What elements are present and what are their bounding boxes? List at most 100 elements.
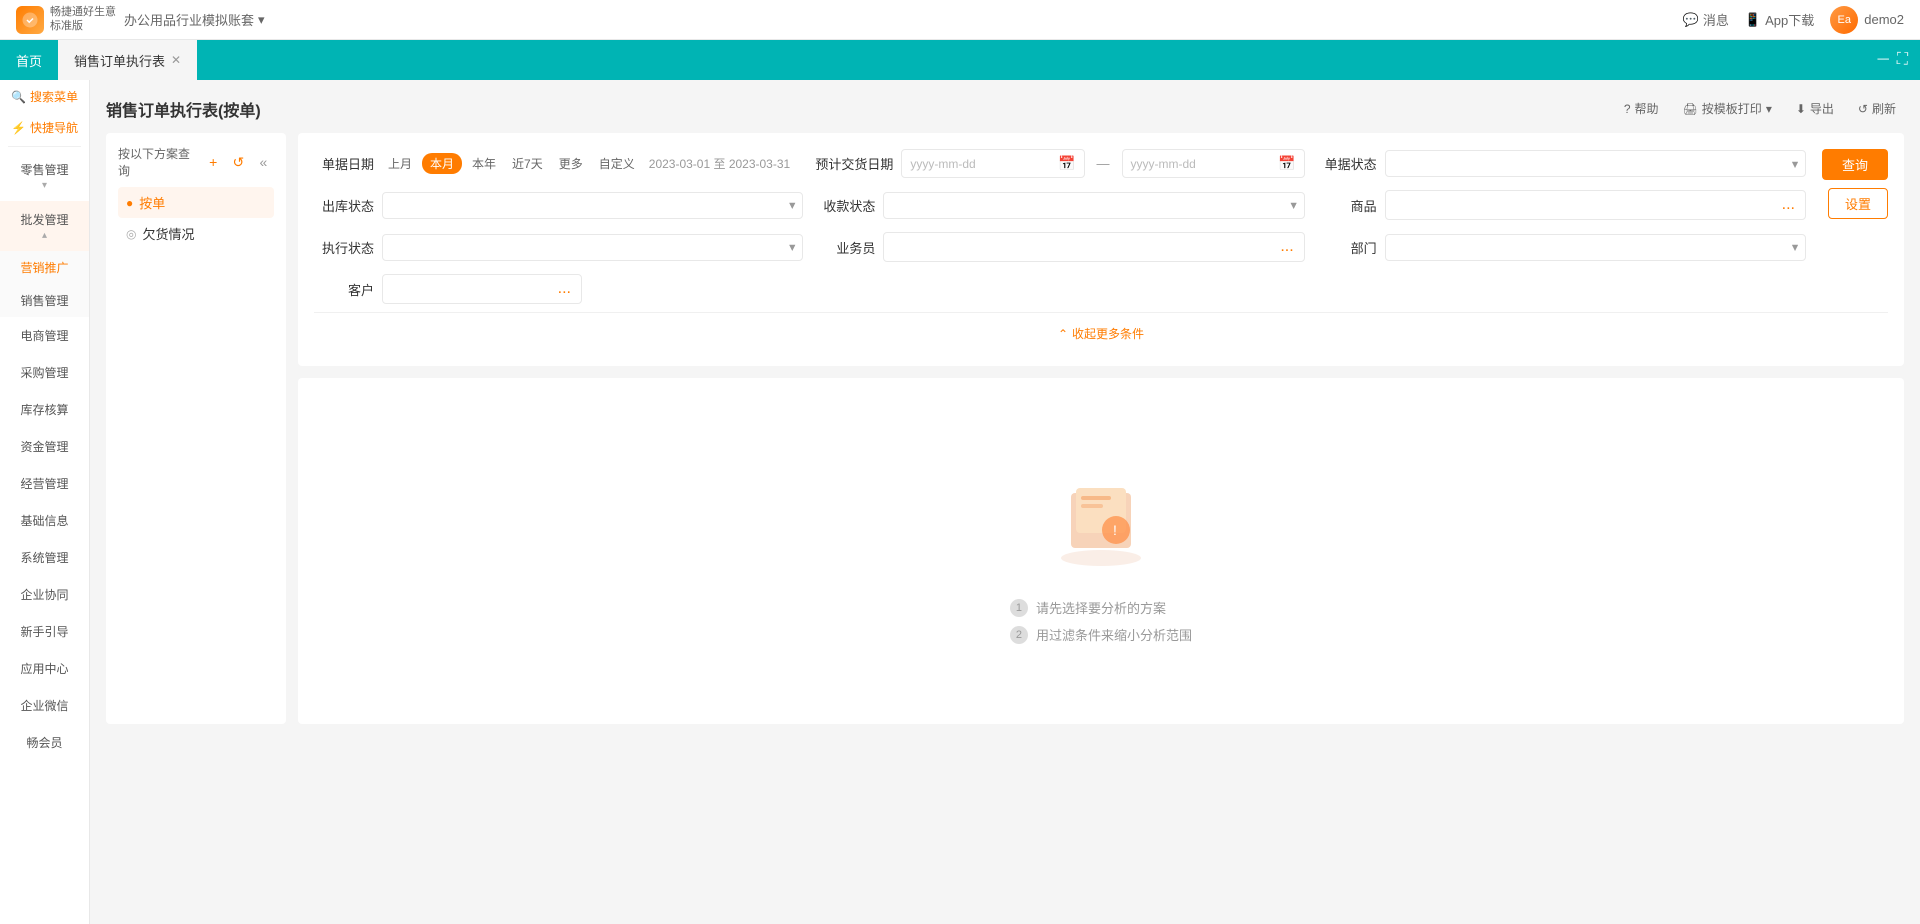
sidebar-item-inventory[interactable]: 库存核算: [0, 391, 89, 428]
tab-maximize-icon[interactable]: ⛶: [1897, 51, 1908, 69]
dept-select-container: ▾: [1385, 234, 1806, 261]
logo-area: 畅捷通好生意 标准版: [16, 6, 116, 34]
logo-icon: [16, 6, 44, 34]
sidebar-item-operation[interactable]: 经营管理: [0, 465, 89, 502]
tip-num-2: 2: [1010, 626, 1028, 644]
date-tab-custom[interactable]: 自定义: [593, 153, 641, 174]
sidebar-item-appstore[interactable]: 应用中心: [0, 650, 89, 687]
collapse-panel-button[interactable]: «: [253, 151, 274, 173]
sidebar-item-basic[interactable]: 基础信息: [0, 502, 89, 539]
date-tab-more[interactable]: 更多: [553, 153, 589, 174]
status-select[interactable]: [1385, 150, 1806, 177]
payment-select-container: ▾: [883, 192, 1304, 219]
left-panel-actions: 按以下方案查询 + ↺ «: [118, 145, 274, 179]
add-scheme-button[interactable]: +: [203, 151, 224, 173]
tab-minimize-icon[interactable]: ─: [1877, 51, 1888, 69]
exec-status-label: 执行状态: [314, 238, 374, 257]
salesperson-picker[interactable]: ...: [883, 232, 1304, 262]
sidebar-item-member[interactable]: 畅会员: [0, 724, 89, 761]
date-tab-last-month[interactable]: 上月: [382, 153, 418, 174]
sidebar-item-ecommerce[interactable]: 电商管理: [0, 317, 89, 354]
filter-row-3: 执行状态 ▾ 业务员: [314, 232, 1806, 262]
exec-status-select[interactable]: [382, 234, 803, 261]
collapse-row: ⌃ 收起更多条件: [314, 312, 1888, 350]
calendar-icon: 📅: [1058, 155, 1075, 172]
filter-panel: 单据日期 上月 本月 本年 近7天 更多 自定义: [298, 133, 1904, 366]
forecast-date-end[interactable]: yyyy-mm-dd 📅: [1122, 149, 1305, 178]
payment-status-select[interactable]: [883, 192, 1304, 219]
sidebar-search[interactable]: 🔍 搜索菜单: [0, 80, 89, 113]
query-button[interactable]: 查询: [1822, 149, 1888, 180]
template-print-button[interactable]: 🖨 按模板打印 ▾: [1675, 96, 1780, 121]
breadcrumb-arrow: ▾: [258, 12, 265, 28]
scheme-label: 按以下方案查询: [118, 145, 199, 179]
date-label: 单据日期: [314, 154, 374, 173]
refresh-button[interactable]: ↺ 刷新: [1850, 96, 1904, 121]
sidebar-sub-marketing[interactable]: 营销推广: [0, 251, 89, 284]
sidebar-nav[interactable]: ⚡ 快捷导航: [0, 113, 89, 142]
sidebar-item-wholesale[interactable]: 批发管理 ▴: [0, 201, 89, 251]
collapse-button[interactable]: ⌃ 收起更多条件: [1050, 317, 1152, 350]
sidebar-item-purchase[interactable]: 采购管理: [0, 354, 89, 391]
sidebar-item-newuser[interactable]: 新手引导: [0, 613, 89, 650]
empty-tip-1: 1 请先选择要分析的方案: [1010, 598, 1192, 617]
left-panel: 按以下方案查询 + ↺ « ● 按单 ◎ 欠货情况: [106, 133, 286, 724]
sidebar-sub-sales[interactable]: 销售管理: [0, 284, 89, 317]
empty-icon: !: [1041, 458, 1161, 578]
sidebar-item-system[interactable]: 系统管理: [0, 539, 89, 576]
filter-row-1: 单据日期 上月 本月 本年 近7天 更多 自定义: [314, 149, 1806, 178]
help-button[interactable]: ? 帮助: [1616, 96, 1667, 121]
tab-home[interactable]: 首页: [0, 40, 58, 80]
scheme-item-by-order[interactable]: ● 按单: [118, 187, 274, 218]
top-bar-right: 💬 消息 📱 App下载 Ea demo2: [1683, 6, 1904, 34]
tab-sales-order[interactable]: 销售订单执行表 ✕: [58, 40, 197, 80]
exec-select-container: ▾: [382, 234, 803, 261]
help-icon: ?: [1624, 102, 1631, 116]
forecast-date-start[interactable]: yyyy-mm-dd 📅: [901, 149, 1084, 178]
app-download-action[interactable]: 📱 App下载: [1745, 10, 1814, 29]
tab-close-icon[interactable]: ✕: [171, 53, 181, 67]
filter-row-4: 客户 ...: [314, 274, 1806, 304]
sidebar-item-wechat[interactable]: 企业微信: [0, 687, 89, 724]
print-arrow-icon: ▾: [1766, 102, 1772, 116]
status-select-container: ▾: [1385, 150, 1806, 177]
date-tabs: 上月 本月 本年 近7天 更多 自定义: [382, 153, 641, 174]
goods-picker[interactable]: ...: [1385, 190, 1806, 220]
expand-arrow-icon: ▴: [42, 230, 47, 241]
export-button[interactable]: ⬇ 导出: [1788, 96, 1842, 121]
sidebar-item-enterprise[interactable]: 企业协同: [0, 576, 89, 613]
top-bar: 畅捷通好生意 标准版 办公用品行业模拟账套 ▾ 💬 消息 📱 App下载 Ea …: [0, 0, 1920, 40]
goods-dots-icon: ...: [1782, 196, 1795, 214]
breadcrumb-text: 办公用品行业模拟账套: [124, 10, 254, 29]
scheme-active-icon: ●: [126, 196, 133, 210]
empty-state: ! 1 请先选择要分析的方案 2 用过滤条件来缩小分析范围: [298, 378, 1904, 724]
refresh-scheme-button[interactable]: ↺: [228, 151, 249, 173]
refresh-icon: ↺: [1858, 102, 1868, 116]
export-icon: ⬇: [1796, 102, 1806, 116]
tip-num-1: 1: [1010, 599, 1028, 617]
message-action[interactable]: 💬 消息: [1683, 10, 1729, 29]
sidebar-item-finance[interactable]: 资金管理: [0, 428, 89, 465]
date-tab-7days[interactable]: 近7天: [506, 153, 549, 174]
date-tab-this-month[interactable]: 本月: [422, 153, 462, 174]
message-icon: 💬: [1683, 12, 1699, 28]
delivery-status-select[interactable]: [382, 192, 803, 219]
set-button[interactable]: 设置: [1828, 188, 1888, 219]
page-actions: ? 帮助 🖨 按模板打印 ▾ ⬇ 导出 ↺ 刷新: [1616, 96, 1904, 121]
main-layout: 🔍 搜索菜单 ⚡ 快捷导航 零售管理 ▾ 批发管理 ▴ 营销推广 销售管理 电商…: [0, 80, 1920, 924]
sidebar-item-retail[interactable]: 零售管理 ▾: [0, 151, 89, 201]
action-buttons: 查询 设置: [1822, 149, 1888, 219]
customer-picker[interactable]: ...: [382, 274, 582, 304]
status-label: 单据状态: [1317, 154, 1377, 173]
date-tab-this-year[interactable]: 本年: [466, 153, 502, 174]
logo-text: 畅捷通好生意 标准版: [50, 6, 116, 32]
dept-select[interactable]: [1385, 234, 1806, 261]
customer-dots-icon: ...: [558, 280, 571, 298]
nav-icon: ⚡: [11, 121, 26, 135]
breadcrumb-area[interactable]: 办公用品行业模拟账套 ▾: [124, 10, 265, 29]
sidebar-sub-wholesale: 营销推广 销售管理: [0, 251, 89, 317]
customer-label: 客户: [314, 280, 374, 299]
delivery-status-label: 出库状态: [314, 196, 374, 215]
user-area[interactable]: Ea demo2: [1830, 6, 1904, 34]
scheme-item-owed[interactable]: ◎ 欠货情况: [118, 218, 274, 249]
